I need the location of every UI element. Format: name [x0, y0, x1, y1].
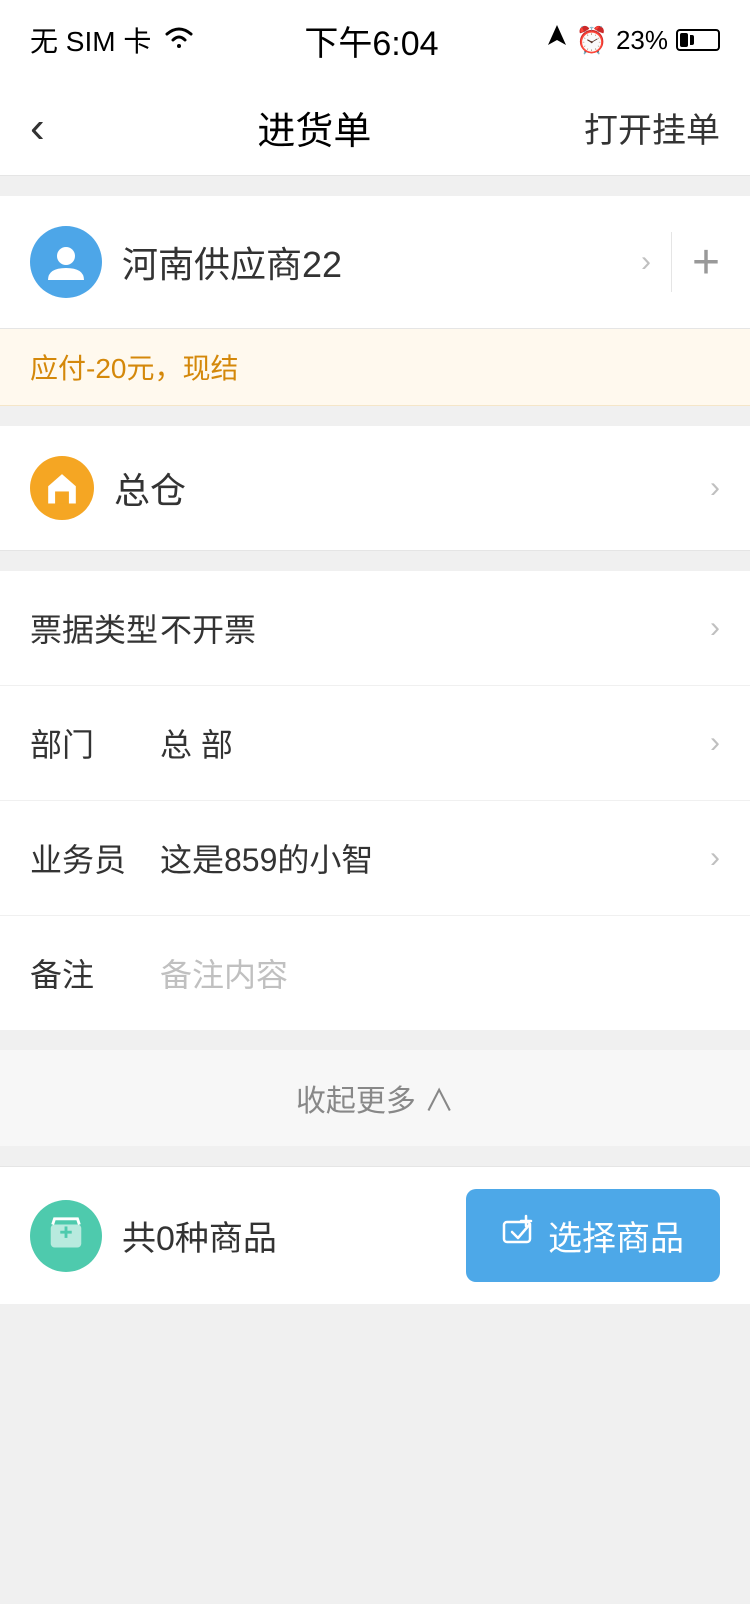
salesperson-row[interactable]: 业务员 这是859的小智 ›	[0, 801, 750, 916]
department-row[interactable]: 部门 总 部 ›	[0, 686, 750, 801]
add-supplier-button[interactable]: +	[692, 235, 720, 290]
remark-input[interactable]: 备注内容	[160, 950, 720, 996]
invoice-type-row[interactable]: 票据类型 不开票 ›	[0, 571, 750, 686]
supplier-avatar	[30, 226, 102, 298]
supplier-arrow-icon: ›	[641, 245, 651, 279]
select-btn-icon	[502, 1214, 536, 1257]
form-section: 票据类型 不开票 › 部门 总 部 › 业务员 这是859的小智 › 备注 备注…	[0, 571, 750, 1030]
department-value: 总 部	[160, 720, 700, 766]
invoice-type-label: 票据类型	[30, 605, 160, 651]
remark-row[interactable]: 备注 备注内容	[0, 916, 750, 1030]
carrier-label: 无 SIM 卡	[30, 20, 151, 60]
nav-bar: ‹ 进货单 打开挂单	[0, 80, 750, 176]
page-title: 进货单	[257, 100, 371, 155]
salesperson-value: 这是859的小智	[160, 835, 700, 881]
person-icon	[44, 240, 88, 284]
salesperson-label: 业务员	[30, 835, 160, 881]
open-pending-button[interactable]: 打开挂单	[584, 103, 720, 152]
department-label: 部门	[30, 720, 160, 766]
notice-banner: 应付-20元，现结	[0, 329, 750, 406]
collapse-row[interactable]: 收起更多 ∧	[0, 1050, 750, 1146]
warehouse-icon	[30, 456, 94, 520]
alarm-icon: ⏰	[576, 25, 608, 56]
cart-icon	[45, 1215, 87, 1257]
remark-label: 备注	[30, 950, 160, 996]
status-left: 无 SIM 卡	[30, 20, 197, 60]
battery-percent: 23%	[616, 25, 668, 56]
supplier-vertical-divider	[671, 232, 672, 292]
product-icon	[30, 1200, 102, 1272]
wifi-icon	[161, 24, 197, 57]
supplier-row[interactable]: 河南供应商22 › +	[0, 196, 750, 329]
battery-icon	[676, 29, 720, 51]
salesperson-arrow: ›	[710, 841, 720, 875]
bottom-bar: 共0种商品 选择商品	[0, 1166, 750, 1304]
back-button[interactable]: ‹	[30, 103, 45, 153]
top-divider	[0, 176, 750, 196]
warehouse-row[interactable]: 总仓 ›	[0, 426, 750, 551]
status-time: 下午6:04	[304, 16, 438, 65]
status-right: ⏰ 23%	[546, 23, 720, 58]
house-icon	[43, 469, 81, 507]
product-count-label: 共0种商品	[122, 1211, 466, 1260]
select-product-button[interactable]: 选择商品	[466, 1189, 720, 1282]
invoice-type-arrow: ›	[710, 611, 720, 645]
empty-content-area	[0, 1304, 750, 1604]
invoice-type-value: 不开票	[160, 605, 700, 651]
location-icon	[546, 23, 568, 58]
department-arrow: ›	[710, 726, 720, 760]
warehouse-arrow-icon: ›	[710, 471, 720, 505]
notice-text: 应付-20元，现结	[30, 353, 238, 384]
select-product-label: 选择商品	[548, 1211, 684, 1260]
warehouse-name: 总仓	[114, 462, 710, 514]
supplier-name: 河南供应商22	[122, 236, 641, 288]
collapse-label[interactable]: 收起更多 ∧	[296, 1076, 454, 1120]
status-bar: 无 SIM 卡 下午6:04 ⏰ 23%	[0, 0, 750, 80]
